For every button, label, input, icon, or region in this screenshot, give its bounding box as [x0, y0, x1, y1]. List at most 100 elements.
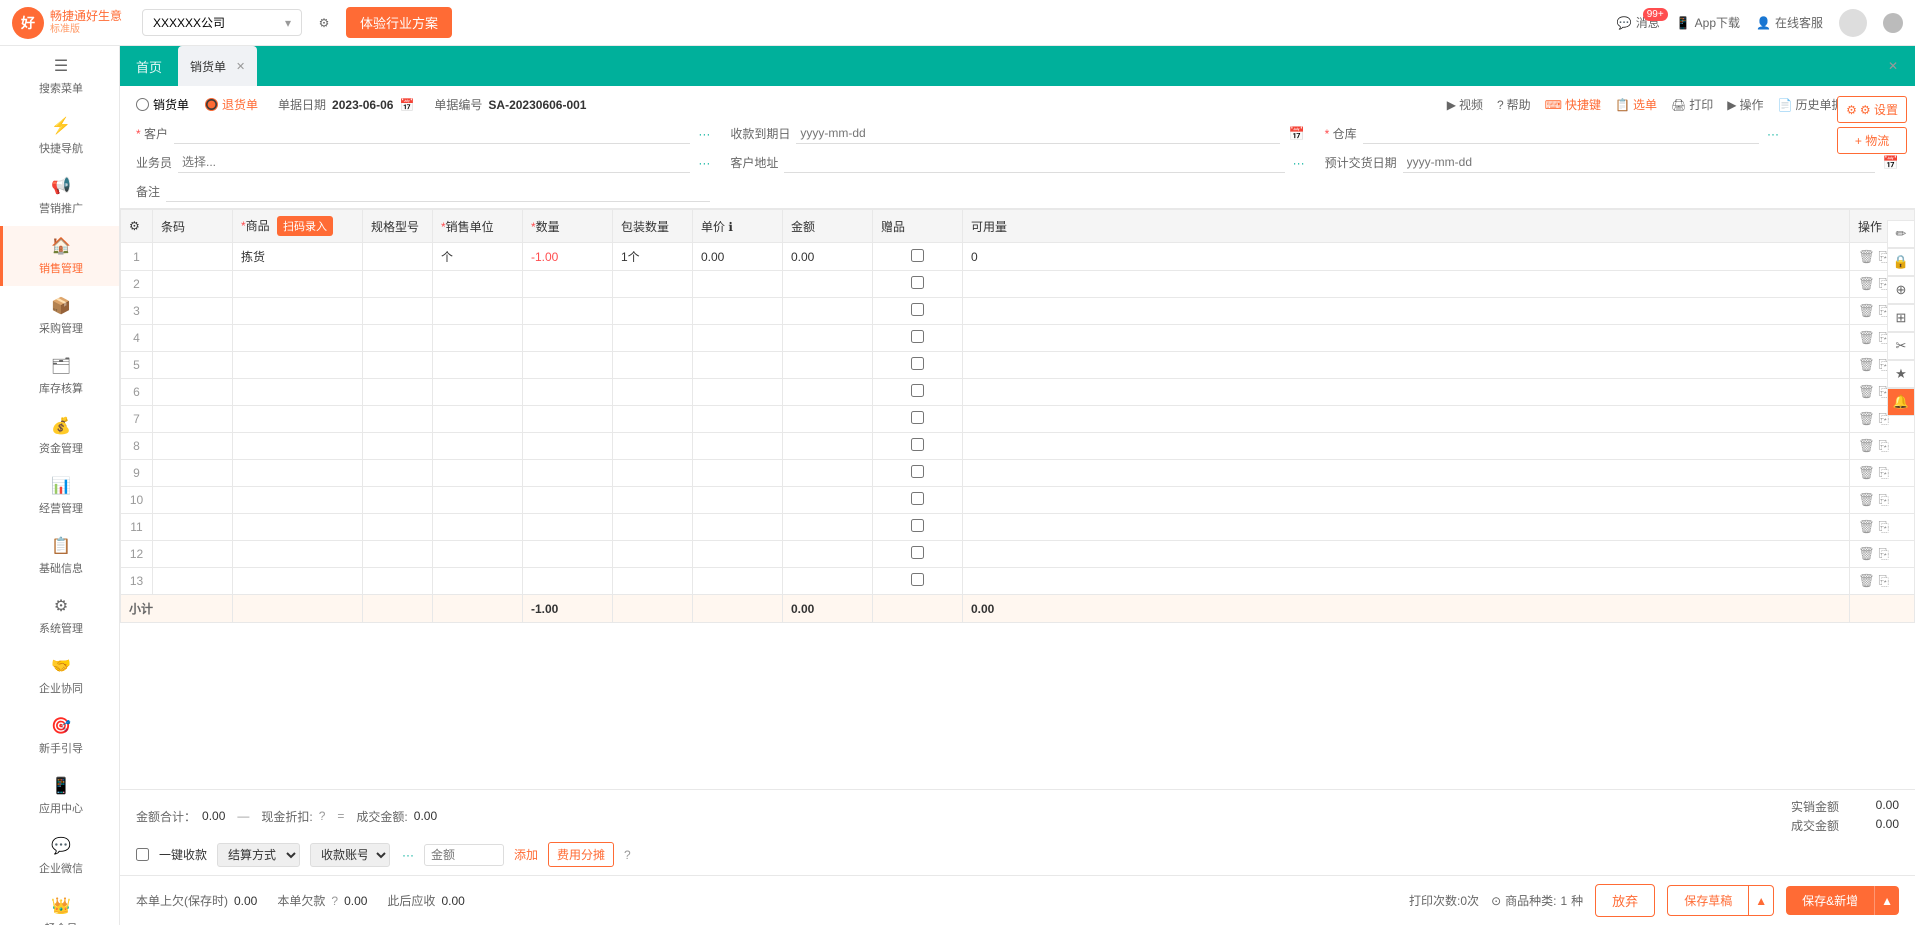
save-draft-btn[interactable]: 保存草稿: [1667, 885, 1749, 916]
row-settings-icon[interactable]: 10: [121, 487, 153, 514]
row-delete-icon[interactable]: 🗑: [1858, 249, 1875, 265]
sidebar-item-marketing[interactable]: 📢 营销推广: [0, 166, 119, 226]
cell-unit[interactable]: [433, 325, 523, 352]
discard-btn[interactable]: 放弃: [1595, 884, 1655, 917]
cell-product[interactable]: [233, 271, 363, 298]
cell-qty[interactable]: [523, 541, 613, 568]
cell-product[interactable]: [233, 514, 363, 541]
save-new-arrow-btn[interactable]: ▲: [1874, 886, 1899, 915]
cell-unit-price[interactable]: [693, 514, 783, 541]
cell-qty[interactable]: [523, 460, 613, 487]
due-date-input[interactable]: [796, 123, 1280, 144]
cell-unit[interactable]: [433, 541, 523, 568]
row-settings-icon[interactable]: 8: [121, 433, 153, 460]
cell-gift[interactable]: [873, 568, 963, 595]
cell-barcode[interactable]: [153, 352, 233, 379]
row-copy-icon[interactable]: ⎘: [1879, 492, 1889, 508]
cell-barcode[interactable]: [153, 379, 233, 406]
cell-product[interactable]: [233, 487, 363, 514]
warehouse-ellipsis-icon[interactable]: ···: [1767, 127, 1779, 141]
save-new-btn[interactable]: 保存&新增: [1786, 886, 1874, 915]
history-btn[interactable]: 📄 历史单据: [1777, 96, 1843, 113]
cell-spec[interactable]: [363, 325, 433, 352]
cell-product[interactable]: [233, 541, 363, 568]
cell-gift[interactable]: [873, 514, 963, 541]
shortcut-btn[interactable]: ⌨ 快捷键: [1545, 96, 1601, 113]
sidebar-item-purchase[interactable]: 📦 采购管理: [0, 286, 119, 346]
cell-pkg-qty[interactable]: 1个: [613, 243, 693, 271]
addr-ellipsis-icon[interactable]: ···: [1293, 156, 1305, 170]
cell-unit[interactable]: [433, 379, 523, 406]
row-delete-icon[interactable]: 🗑: [1858, 384, 1875, 400]
sidebar-item-sales[interactable]: 🏠 销售管理: [0, 226, 119, 286]
cell-product[interactable]: [233, 379, 363, 406]
row-delete-icon[interactable]: 🗑: [1858, 438, 1875, 454]
cell-product[interactable]: [233, 406, 363, 433]
cell-qty[interactable]: -1.00: [523, 243, 613, 271]
cell-barcode[interactable]: [153, 243, 233, 271]
float-btn-1[interactable]: ✏: [1887, 220, 1915, 248]
video-btn[interactable]: ▶ 视频: [1447, 96, 1483, 113]
salesperson-ellipsis-icon[interactable]: ···: [698, 156, 710, 170]
salesperson-input[interactable]: [178, 152, 690, 173]
cell-pkg-qty[interactable]: [613, 541, 693, 568]
cell-amount[interactable]: [783, 352, 873, 379]
row-settings-icon[interactable]: 3: [121, 298, 153, 325]
cell-gift[interactable]: [873, 487, 963, 514]
cell-spec[interactable]: [363, 379, 433, 406]
cell-product[interactable]: [233, 433, 363, 460]
cell-qty[interactable]: [523, 433, 613, 460]
float-btn-7[interactable]: 🔔: [1887, 388, 1915, 416]
cell-unit[interactable]: [433, 433, 523, 460]
user-avatar[interactable]: [1839, 9, 1867, 37]
cell-pkg-qty[interactable]: [613, 271, 693, 298]
sidebar-item-search[interactable]: ☰ 搜索菜单: [0, 46, 119, 106]
cell-unit-price[interactable]: [693, 379, 783, 406]
save-draft-arrow-btn[interactable]: ▲: [1749, 885, 1774, 916]
tab-close-icon[interactable]: ✕: [236, 60, 245, 73]
sidebar-item-system[interactable]: ⚙ 系统管理: [0, 586, 119, 646]
row-delete-icon[interactable]: 🗑: [1858, 492, 1875, 508]
cell-unit[interactable]: [433, 460, 523, 487]
cell-unit[interactable]: [433, 514, 523, 541]
cell-qty[interactable]: [523, 514, 613, 541]
cell-unit[interactable]: 个: [433, 243, 523, 271]
message-btn[interactable]: 💬 消息 99+: [1617, 14, 1660, 31]
row-copy-icon[interactable]: ⎘: [1879, 546, 1889, 562]
cell-spec[interactable]: [363, 514, 433, 541]
cell-barcode[interactable]: [153, 514, 233, 541]
cell-pkg-qty[interactable]: [613, 352, 693, 379]
sidebar-item-member[interactable]: 👑 畅会员: [0, 886, 119, 925]
th-settings[interactable]: ⚙: [121, 210, 153, 243]
cell-spec[interactable]: [363, 271, 433, 298]
float-btn-6[interactable]: ★: [1887, 360, 1915, 388]
cell-barcode[interactable]: [153, 298, 233, 325]
cell-amount[interactable]: [783, 460, 873, 487]
cell-spec[interactable]: [363, 243, 433, 271]
experience-btn[interactable]: 体验行业方案: [346, 7, 452, 38]
cell-pkg-qty[interactable]: [613, 568, 693, 595]
cell-gift[interactable]: [873, 406, 963, 433]
sidebar-item-app-center[interactable]: 📱 应用中心: [0, 766, 119, 826]
cell-unit[interactable]: [433, 487, 523, 514]
cell-amount[interactable]: [783, 433, 873, 460]
cell-barcode[interactable]: [153, 271, 233, 298]
customer-ellipsis-icon[interactable]: ···: [698, 127, 710, 141]
sidebar-item-basic-info[interactable]: 📋 基础信息: [0, 526, 119, 586]
cell-qty[interactable]: [523, 325, 613, 352]
cell-unit-price[interactable]: [693, 298, 783, 325]
date-cal-icon[interactable]: 📅: [399, 98, 414, 112]
cell-unit[interactable]: [433, 298, 523, 325]
cell-product[interactable]: [233, 298, 363, 325]
select-btn[interactable]: 📋 选单: [1615, 96, 1657, 113]
cell-product[interactable]: [233, 568, 363, 595]
cell-pkg-qty[interactable]: [613, 487, 693, 514]
warehouse-input[interactable]: 建材仓: [1363, 123, 1759, 144]
cell-product[interactable]: [233, 460, 363, 487]
payment-method-select[interactable]: 结算方式: [217, 843, 300, 867]
company-selector[interactable]: XXXXXX公司 ▾: [142, 9, 302, 36]
discount-help-icon[interactable]: ?: [319, 809, 326, 823]
cell-qty[interactable]: [523, 271, 613, 298]
cell-unit-price[interactable]: [693, 352, 783, 379]
app-download-btn[interactable]: 📱 App下载: [1676, 14, 1740, 31]
